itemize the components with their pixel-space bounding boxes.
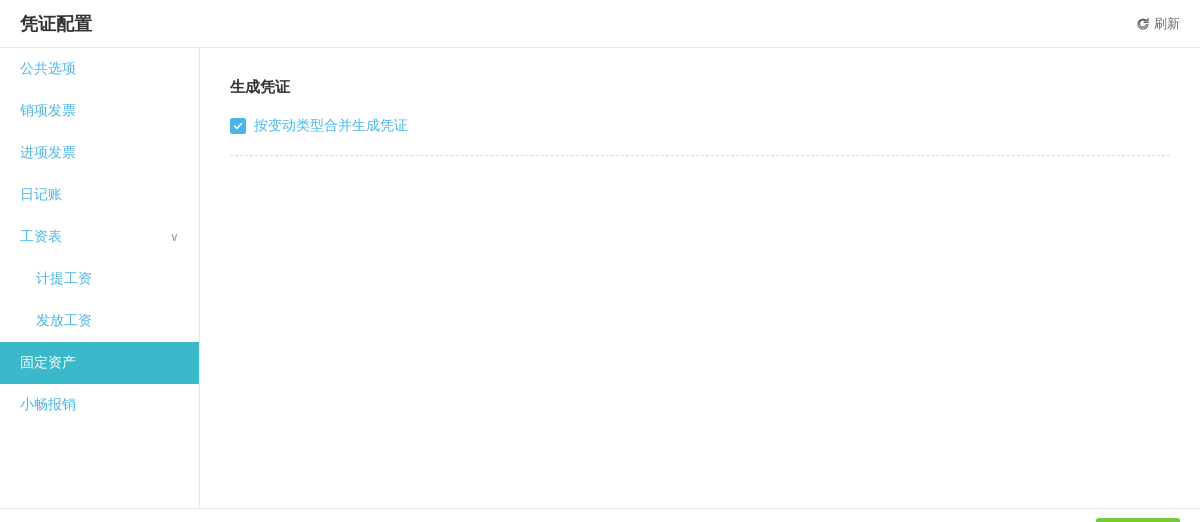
sidebar-label-journal: 日记账 xyxy=(20,186,62,204)
footer: 保存 xyxy=(0,508,1200,522)
save-button[interactable]: 保存 xyxy=(1096,518,1180,523)
sidebar-label-payroll-table: 工资表 xyxy=(20,228,62,246)
sidebar-item-payroll-calculate[interactable]: 计提工资 xyxy=(0,258,199,300)
sidebar-item-sales-invoice[interactable]: 销项发票 xyxy=(0,90,199,132)
section-title: 生成凭证 xyxy=(230,78,1170,97)
merge-type-label[interactable]: 按变动类型合并生成凭证 xyxy=(254,117,408,135)
section-divider xyxy=(230,155,1170,156)
sidebar-item-fixed-assets[interactable]: 固定资产 xyxy=(0,342,199,384)
main-layout: 公共选项销项发票进项发票日记账工资表 ∨ 计提工资发放工资固定资产小畅报销 生成凭证… xyxy=(0,48,1200,508)
sidebar-item-payroll-table[interactable]: 工资表 ∨ xyxy=(0,216,199,258)
sidebar-item-public[interactable]: 公共选项 xyxy=(0,48,199,90)
sidebar-label-payroll-distribute: 发放工资 xyxy=(36,312,92,330)
header: 凭证配置 刷新 xyxy=(0,0,1200,48)
refresh-label: 刷新 xyxy=(1154,15,1180,33)
sidebar-label-fixed-assets: 固定资产 xyxy=(20,354,76,372)
sidebar-label-public: 公共选项 xyxy=(20,60,76,78)
sidebar-label-payroll-calculate: 计提工资 xyxy=(36,270,92,288)
sidebar-item-payroll-distribute[interactable]: 发放工资 xyxy=(0,300,199,342)
chevron-down-icon: ∨ xyxy=(170,230,179,244)
page-wrapper: 凭证配置 刷新 公共选项销项发票进项发票日记账工资表 ∨ 计提工资发放工资固定资产小… xyxy=(0,0,1200,522)
merge-type-checkbox[interactable] xyxy=(230,118,246,134)
sidebar-label-purchase-invoice: 进项发票 xyxy=(20,144,76,162)
sidebar: 公共选项销项发票进项发票日记账工资表 ∨ 计提工资发放工资固定资产小畅报销 xyxy=(0,48,200,508)
checkbox-row: 按变动类型合并生成凭证 xyxy=(230,117,1170,135)
sidebar-label-sales-invoice: 销项发票 xyxy=(20,102,76,120)
sidebar-item-expense[interactable]: 小畅报销 xyxy=(0,384,199,426)
sidebar-label-expense: 小畅报销 xyxy=(20,396,76,414)
page-title: 凭证配置 xyxy=(20,12,92,36)
sidebar-item-purchase-invoice[interactable]: 进项发票 xyxy=(0,132,199,174)
refresh-icon xyxy=(1136,17,1150,31)
refresh-button[interactable]: 刷新 xyxy=(1136,15,1180,33)
sidebar-item-journal[interactable]: 日记账 xyxy=(0,174,199,216)
content-area: 生成凭证 按变动类型合并生成凭证 xyxy=(200,48,1200,508)
